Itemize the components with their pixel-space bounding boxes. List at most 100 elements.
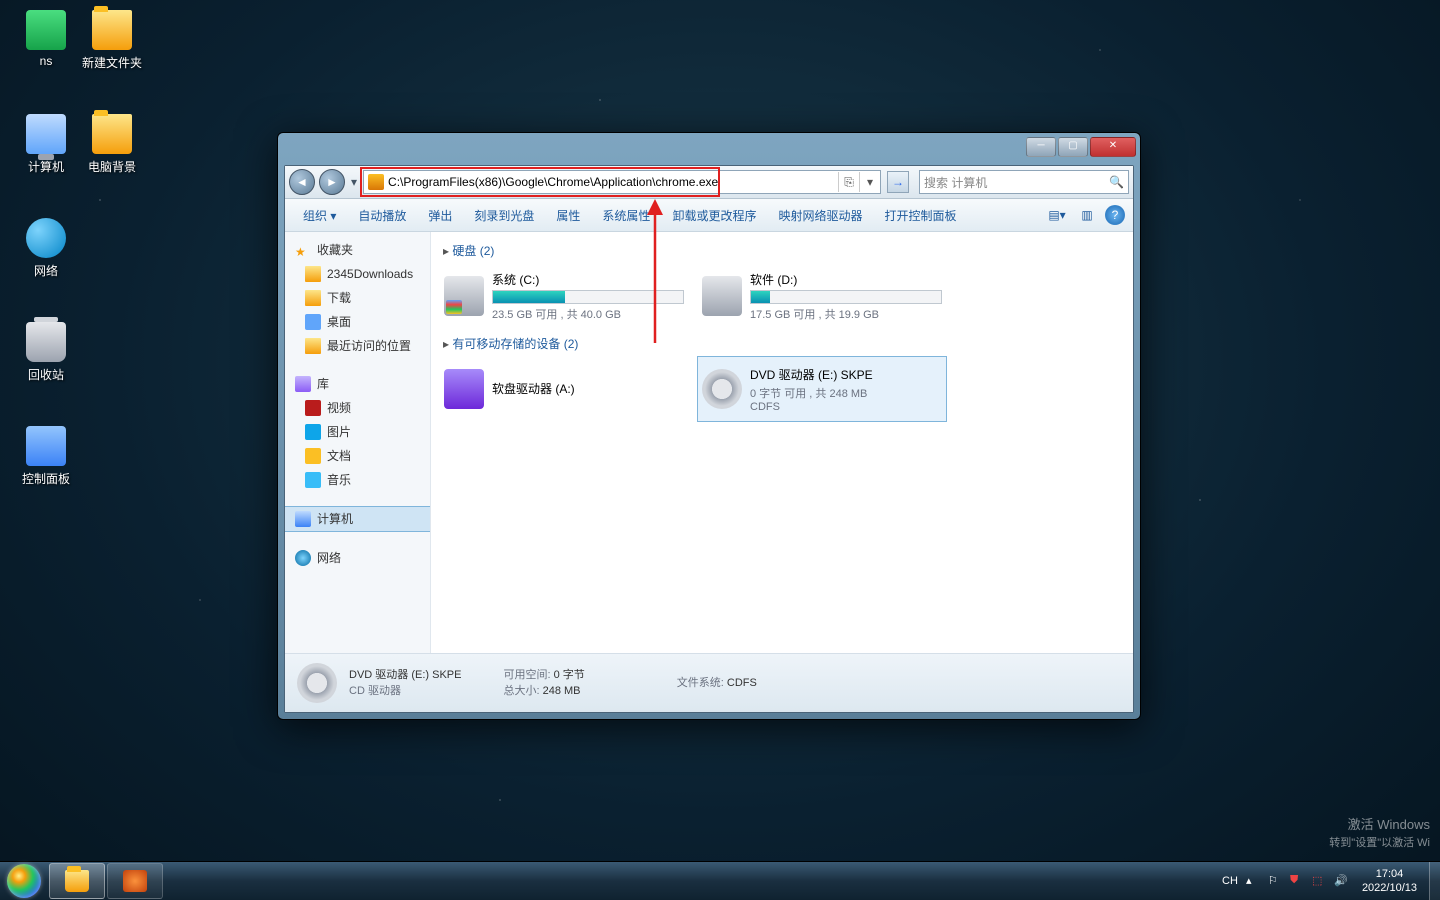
music-icon [305, 472, 321, 488]
sidebar-item-desktop[interactable]: 桌面 [285, 310, 430, 334]
search-box[interactable]: 搜索 计算机 🔍 [919, 170, 1129, 194]
desktop-icon-computer[interactable]: 计算机 [12, 114, 80, 175]
recent-icon [305, 338, 321, 354]
maximize-button[interactable]: ▢ [1058, 137, 1088, 157]
search-placeholder: 搜索 计算机 [924, 174, 987, 191]
activation-watermark: 激活 Windows 转到"设置"以激活 Wi [1329, 816, 1430, 852]
toolbar-map-drive[interactable]: 映射网络驱动器 [768, 203, 872, 228]
document-icon [305, 448, 321, 464]
close-button[interactable]: ✕ [1090, 137, 1136, 157]
desktop-icon-recycle-bin[interactable]: 回收站 [12, 322, 80, 383]
sidebar-computer[interactable]: 计算机 [285, 506, 430, 532]
sidebar-item-downloads[interactable]: 2345Downloads [285, 262, 430, 286]
group-hdd[interactable]: 硬盘 (2) [439, 236, 1125, 263]
clock[interactable]: 17:04 2022/10/13 [1356, 867, 1423, 895]
window-titlebar[interactable]: ─ ▢ ✕ [278, 133, 1140, 165]
go-button[interactable]: → [887, 171, 909, 193]
computer-icon [26, 114, 66, 154]
drive-a[interactable]: 软盘驱动器 (A:) [439, 356, 689, 422]
toolbar-organize[interactable]: 组织 ▾ [293, 203, 346, 228]
status-type: CD 驱动器 [349, 683, 461, 699]
sidebar-favorites[interactable]: ★收藏夹 [285, 238, 430, 262]
desktop-icon-ns[interactable]: ns [12, 10, 80, 68]
sidebar-item-pictures[interactable]: 图片 [285, 420, 430, 444]
drive-e[interactable]: DVD 驱动器 (E:) SKPE 0 字节 可用 , 共 248 MB CDF… [697, 356, 947, 422]
taskbar-media-player[interactable] [107, 863, 163, 899]
toolbar-properties[interactable]: 属性 [546, 203, 590, 228]
drive-c[interactable]: 系统 (C:) 23.5 GB 可用 , 共 40.0 GB [439, 263, 689, 329]
capacity-bar [750, 290, 942, 304]
globe-icon [26, 218, 66, 258]
group-removable[interactable]: 有可移动存储的设备 (2) [439, 329, 1125, 356]
sidebar-network[interactable]: 网络 [285, 546, 430, 570]
nav-bar: ◄ ► ▾ ⎘ ▾ → 搜索 计算机 🔍 [285, 166, 1133, 199]
desktop-icon [305, 314, 321, 330]
search-icon: 🔍 [1109, 175, 1124, 189]
toolbar-uninstall[interactable]: 卸载或更改程序 [662, 203, 766, 228]
sidebar-item-videos[interactable]: 视频 [285, 396, 430, 420]
dvd-icon [702, 369, 742, 409]
shield-icon[interactable]: ⛊ [1290, 874, 1304, 888]
sidebar-item-music[interactable]: 音乐 [285, 468, 430, 492]
network-tray-icon[interactable]: ⬚ [1312, 874, 1326, 888]
dvd-icon [297, 663, 337, 703]
floppy-icon [444, 369, 484, 409]
sidebar-item-recent[interactable]: 最近访问的位置 [285, 334, 430, 358]
language-indicator[interactable]: CH [1222, 875, 1238, 887]
location-icon [368, 174, 384, 190]
content-area: 硬盘 (2) 系统 (C:) 23.5 GB 可用 , 共 40.0 GB [431, 232, 1133, 653]
help-icon[interactable]: ? [1105, 205, 1125, 225]
capacity-bar [492, 290, 684, 304]
back-button[interactable]: ◄ [289, 169, 315, 195]
drive-d[interactable]: 软件 (D:) 17.5 GB 可用 , 共 19.9 GB [697, 263, 947, 329]
drive-icon [702, 276, 742, 316]
toolbar-burn[interactable]: 刻录到光盘 [464, 203, 544, 228]
minimize-button[interactable]: ─ [1026, 137, 1056, 157]
computer-icon [295, 511, 311, 527]
recent-dropdown-icon[interactable]: ▾ [351, 175, 357, 189]
volume-icon[interactable]: 🔊 [1334, 874, 1348, 888]
video-icon [305, 400, 321, 416]
explorer-icon [65, 870, 89, 892]
sidebar-item-documents[interactable]: 文档 [285, 444, 430, 468]
copy-path-icon[interactable]: ⎘ [838, 172, 859, 192]
status-bar: DVD 驱动器 (E:) SKPE CD 驱动器 可用空间: 0 字节 总大小:… [285, 653, 1133, 712]
toolbar-eject[interactable]: 弹出 [418, 203, 462, 228]
folder-icon [305, 290, 321, 306]
start-button[interactable] [0, 862, 48, 900]
taskbar-explorer[interactable] [49, 863, 105, 899]
desktop-icon-control-panel[interactable]: 控制面板 [12, 426, 80, 487]
sidebar-libraries[interactable]: 库 [285, 372, 430, 396]
toolbar: 组织 ▾ 自动播放 弹出 刻录到光盘 属性 系统属性 卸载或更改程序 映射网络驱… [285, 199, 1133, 232]
preview-pane-icon[interactable]: ▥ [1075, 203, 1099, 227]
system-tray: CH ▴ ⚐ ⛊ ⬚ 🔊 17:04 2022/10/13 [1216, 867, 1429, 895]
library-icon [295, 376, 311, 392]
network-icon [295, 550, 311, 566]
desktop-icon-network[interactable]: 网络 [12, 218, 80, 279]
action-center-icon[interactable]: ⚐ [1268, 874, 1282, 888]
folder-icon [92, 10, 132, 50]
toolbar-open-cp[interactable]: 打开控制面板 [874, 203, 966, 228]
desktop-icon-new-folder[interactable]: 新建文件夹 [78, 10, 146, 71]
picture-icon [305, 424, 321, 440]
media-player-icon [123, 870, 147, 892]
taskbar: CH ▴ ⚐ ⛊ ⬚ 🔊 17:04 2022/10/13 [0, 861, 1440, 900]
toolbar-autoplay[interactable]: 自动播放 [348, 203, 416, 228]
show-desktop-button[interactable] [1429, 862, 1440, 900]
star-icon: ★ [295, 242, 311, 258]
address-input[interactable] [388, 175, 838, 189]
forward-button[interactable]: ► [319, 169, 345, 195]
person-icon [26, 10, 66, 50]
drive-icon [444, 276, 484, 316]
desktop-icon-bg-folder[interactable]: 电脑背景 [78, 114, 146, 175]
control-panel-icon [26, 426, 66, 466]
address-bar[interactable]: ⎘ ▾ [363, 170, 881, 194]
recycle-bin-icon [26, 322, 66, 362]
folder-icon [92, 114, 132, 154]
toolbar-system-properties[interactable]: 系统属性 [592, 203, 660, 228]
view-options-icon[interactable]: ▤▾ [1045, 203, 1069, 227]
address-dropdown-icon[interactable]: ▾ [859, 172, 880, 192]
explorer-window: ─ ▢ ✕ ◄ ► ▾ ⎘ ▾ → 搜索 计算机 🔍 [277, 132, 1141, 720]
sidebar-item-download[interactable]: 下载 [285, 286, 430, 310]
tray-chevron-icon[interactable]: ▴ [1246, 874, 1260, 888]
